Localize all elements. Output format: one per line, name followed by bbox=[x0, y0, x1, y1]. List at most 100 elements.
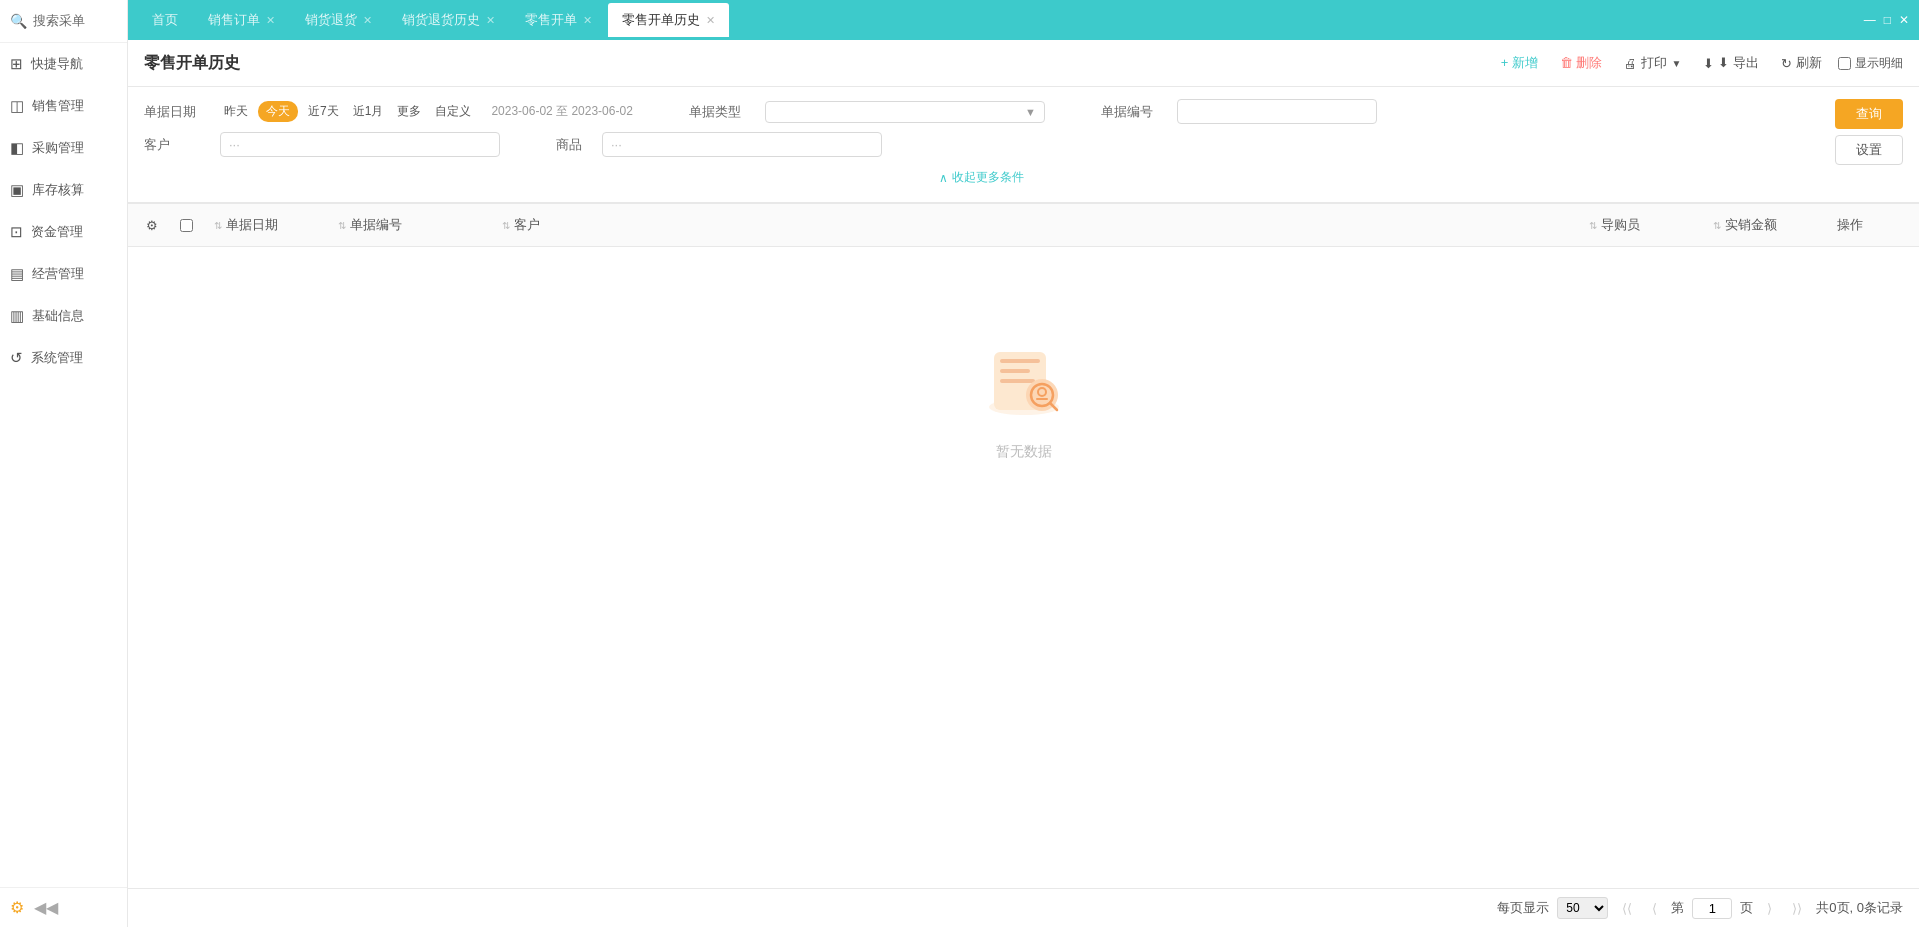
sidebar-item-ops[interactable]: ▤ 经营管理 bbox=[0, 253, 127, 295]
svg-rect-2 bbox=[1000, 359, 1040, 363]
tab-sales-return-close[interactable]: ✕ bbox=[363, 14, 372, 27]
tab-sales-order-close[interactable]: ✕ bbox=[266, 14, 275, 27]
tab-retail-open-history-label: 零售开单历史 bbox=[622, 11, 700, 29]
sidebar-item-finance[interactable]: ⊡ 资金管理 bbox=[0, 211, 127, 253]
print-icon: 🖨 bbox=[1624, 56, 1637, 71]
toolbar: 零售开单历史 + 新增 🗑 删除 🖨 打印 ▼ ⬇ ⬇ 导出 ↻ 刷新 显示明细 bbox=[128, 40, 1919, 87]
filter-collapse-btn[interactable]: ∧ 收起更多条件 bbox=[144, 165, 1819, 190]
pagination-bar: 每页显示 50 10 20 100 ⟨⟨ ⟨ 第 1 页 ⟩ ⟩⟩ 共0页, 0… bbox=[128, 888, 1919, 927]
search-icon: 🔍 bbox=[10, 13, 27, 29]
tab-sales-return-history-close[interactable]: ✕ bbox=[486, 14, 495, 27]
date-shortcuts: 昨天 今天 近7天 近1月 更多 自定义 bbox=[220, 101, 475, 122]
refresh-icon: ↻ bbox=[1781, 56, 1792, 71]
sidebar-item-label: 系统管理 bbox=[31, 349, 83, 367]
th-number-label: 单据编号 bbox=[350, 216, 402, 234]
number-filter-label: 单据编号 bbox=[1101, 103, 1161, 121]
sort-icon: ⇅ bbox=[338, 220, 346, 231]
th-action: 操作 bbox=[1829, 210, 1909, 240]
delete-button[interactable]: 🗑 删除 bbox=[1554, 50, 1609, 76]
collapse-label: 收起更多条件 bbox=[952, 169, 1024, 186]
th-guide-label: 导购员 bbox=[1601, 216, 1640, 234]
date-last7[interactable]: 近7天 bbox=[304, 101, 343, 122]
refresh-button[interactable]: ↻ 刷新 bbox=[1775, 50, 1828, 76]
sort-icon: ⇅ bbox=[1589, 220, 1597, 231]
page-input[interactable]: 1 bbox=[1692, 898, 1732, 919]
column-settings-icon: ⚙ bbox=[146, 218, 158, 233]
last-page-btn[interactable]: ⟩⟩ bbox=[1786, 899, 1808, 918]
goods-filter-dots: ··· bbox=[611, 137, 622, 152]
per-page-select[interactable]: 50 10 20 100 bbox=[1557, 897, 1608, 919]
setting-button[interactable]: 设置 bbox=[1835, 135, 1903, 165]
main-content: 首页 销售订单 ✕ 销货退货 ✕ 销货退货历史 ✕ 零售开单 ✕ 零售开单历史 … bbox=[128, 0, 1919, 927]
tab-sales-return[interactable]: 销货退货 ✕ bbox=[291, 3, 386, 37]
goods-filter-select[interactable]: ··· bbox=[602, 132, 882, 157]
th-customer[interactable]: ⇅ 客户 bbox=[494, 210, 1577, 240]
date-filter-label: 单据日期 bbox=[144, 103, 204, 121]
sidebar-item-sales-mgmt[interactable]: ◫ 销售管理 bbox=[0, 85, 127, 127]
tab-retail-open-history[interactable]: 零售开单历史 ✕ bbox=[608, 3, 729, 37]
sidebar-search[interactable]: 🔍 搜索采单 bbox=[0, 0, 127, 43]
query-button[interactable]: 查询 bbox=[1835, 99, 1903, 129]
top-nav-actions: — □ ✕ bbox=[1864, 13, 1909, 27]
date-more[interactable]: 更多 bbox=[393, 101, 425, 122]
export-label: ⬇ 导出 bbox=[1718, 54, 1759, 72]
select-all-checkbox[interactable] bbox=[180, 219, 193, 232]
filter-row-customer: 客户 ··· 商品 ··· bbox=[144, 132, 1819, 157]
prev-page-btn[interactable]: ⟨ bbox=[1646, 899, 1663, 918]
tab-retail-open[interactable]: 零售开单 ✕ bbox=[511, 3, 606, 37]
th-date[interactable]: ⇅ 单据日期 bbox=[206, 210, 326, 240]
display-detail-checkbox[interactable]: 显示明细 bbox=[1838, 55, 1903, 72]
sort-icon: ⇅ bbox=[214, 220, 222, 231]
th-action-label: 操作 bbox=[1837, 216, 1863, 234]
next-page-btn[interactable]: ⟩ bbox=[1761, 899, 1778, 918]
customer-filter-select[interactable]: ··· bbox=[220, 132, 500, 157]
sidebar-item-inventory[interactable]: ▣ 库存核算 bbox=[0, 169, 127, 211]
sidebar-search-label: 搜索采单 bbox=[33, 12, 85, 30]
tab-home[interactable]: 首页 bbox=[138, 3, 192, 37]
sidebar-item-quick-nav[interactable]: ⊞ 快捷导航 bbox=[0, 43, 127, 85]
display-detail-input[interactable] bbox=[1838, 57, 1851, 70]
export-button[interactable]: ⬇ ⬇ 导出 bbox=[1697, 50, 1765, 76]
base-info-icon: ▥ bbox=[10, 307, 24, 325]
th-settings[interactable]: ⚙ bbox=[138, 212, 168, 239]
sort-icon: ⇅ bbox=[502, 220, 510, 231]
top-nav: 首页 销售订单 ✕ 销货退货 ✕ 销货退货历史 ✕ 零售开单 ✕ 零售开单历史 … bbox=[128, 0, 1919, 40]
customer-filter-dots: ··· bbox=[229, 137, 240, 152]
footer-settings-icon[interactable]: ⚙ bbox=[10, 898, 24, 917]
tab-retail-open-label: 零售开单 bbox=[525, 11, 577, 29]
sidebar-menu: ⊞ 快捷导航 ◫ 销售管理 ◧ 采购管理 ▣ 库存核算 ⊡ 资金管理 ▤ 经营管… bbox=[0, 43, 127, 887]
th-customer-label: 客户 bbox=[514, 216, 540, 234]
th-checkbox[interactable] bbox=[172, 213, 202, 238]
new-button[interactable]: + 新增 bbox=[1495, 50, 1544, 76]
first-page-btn[interactable]: ⟨⟨ bbox=[1616, 899, 1638, 918]
tab-sales-return-history[interactable]: 销货退货历史 ✕ bbox=[388, 3, 509, 37]
th-guide[interactable]: ⇅ 导购员 bbox=[1581, 210, 1701, 240]
window-maximize[interactable]: □ bbox=[1884, 13, 1891, 27]
customer-filter-label: 客户 bbox=[144, 136, 204, 154]
tab-sales-order[interactable]: 销售订单 ✕ bbox=[194, 3, 289, 37]
sidebar-item-sys-mgmt[interactable]: ↺ 系统管理 bbox=[0, 337, 127, 379]
print-button[interactable]: 🖨 打印 ▼ bbox=[1618, 50, 1687, 76]
tab-retail-open-close[interactable]: ✕ bbox=[583, 14, 592, 27]
empty-text: 暂无数据 bbox=[996, 443, 1052, 461]
finance-icon: ⊡ bbox=[10, 223, 23, 241]
footer-collapse-icon[interactable]: ◀◀ bbox=[34, 898, 58, 917]
date-custom[interactable]: 自定义 bbox=[431, 101, 475, 122]
sidebar-item-purchase-mgmt[interactable]: ◧ 采购管理 bbox=[0, 127, 127, 169]
quick-nav-icon: ⊞ bbox=[10, 55, 23, 73]
sidebar-item-label: 采购管理 bbox=[32, 139, 84, 157]
tab-retail-open-history-close[interactable]: ✕ bbox=[706, 14, 715, 27]
date-today[interactable]: 今天 bbox=[258, 101, 298, 122]
th-amount[interactable]: ⇅ 实销金额 bbox=[1705, 210, 1825, 240]
date-yesterday[interactable]: 昨天 bbox=[220, 101, 252, 122]
window-minimize[interactable]: — bbox=[1864, 13, 1876, 27]
number-filter-input[interactable] bbox=[1177, 99, 1377, 124]
tab-sales-return-history-label: 销货退货历史 bbox=[402, 11, 480, 29]
sidebar-item-base-info[interactable]: ▥ 基础信息 bbox=[0, 295, 127, 337]
th-number[interactable]: ⇅ 单据编号 bbox=[330, 210, 490, 240]
date-last1m[interactable]: 近1月 bbox=[349, 101, 388, 122]
window-close[interactable]: ✕ bbox=[1899, 13, 1909, 27]
sidebar-item-label: 库存核算 bbox=[32, 181, 84, 199]
page-end-label: 页 bbox=[1740, 899, 1753, 917]
type-filter-select[interactable]: ▼ bbox=[765, 101, 1045, 123]
